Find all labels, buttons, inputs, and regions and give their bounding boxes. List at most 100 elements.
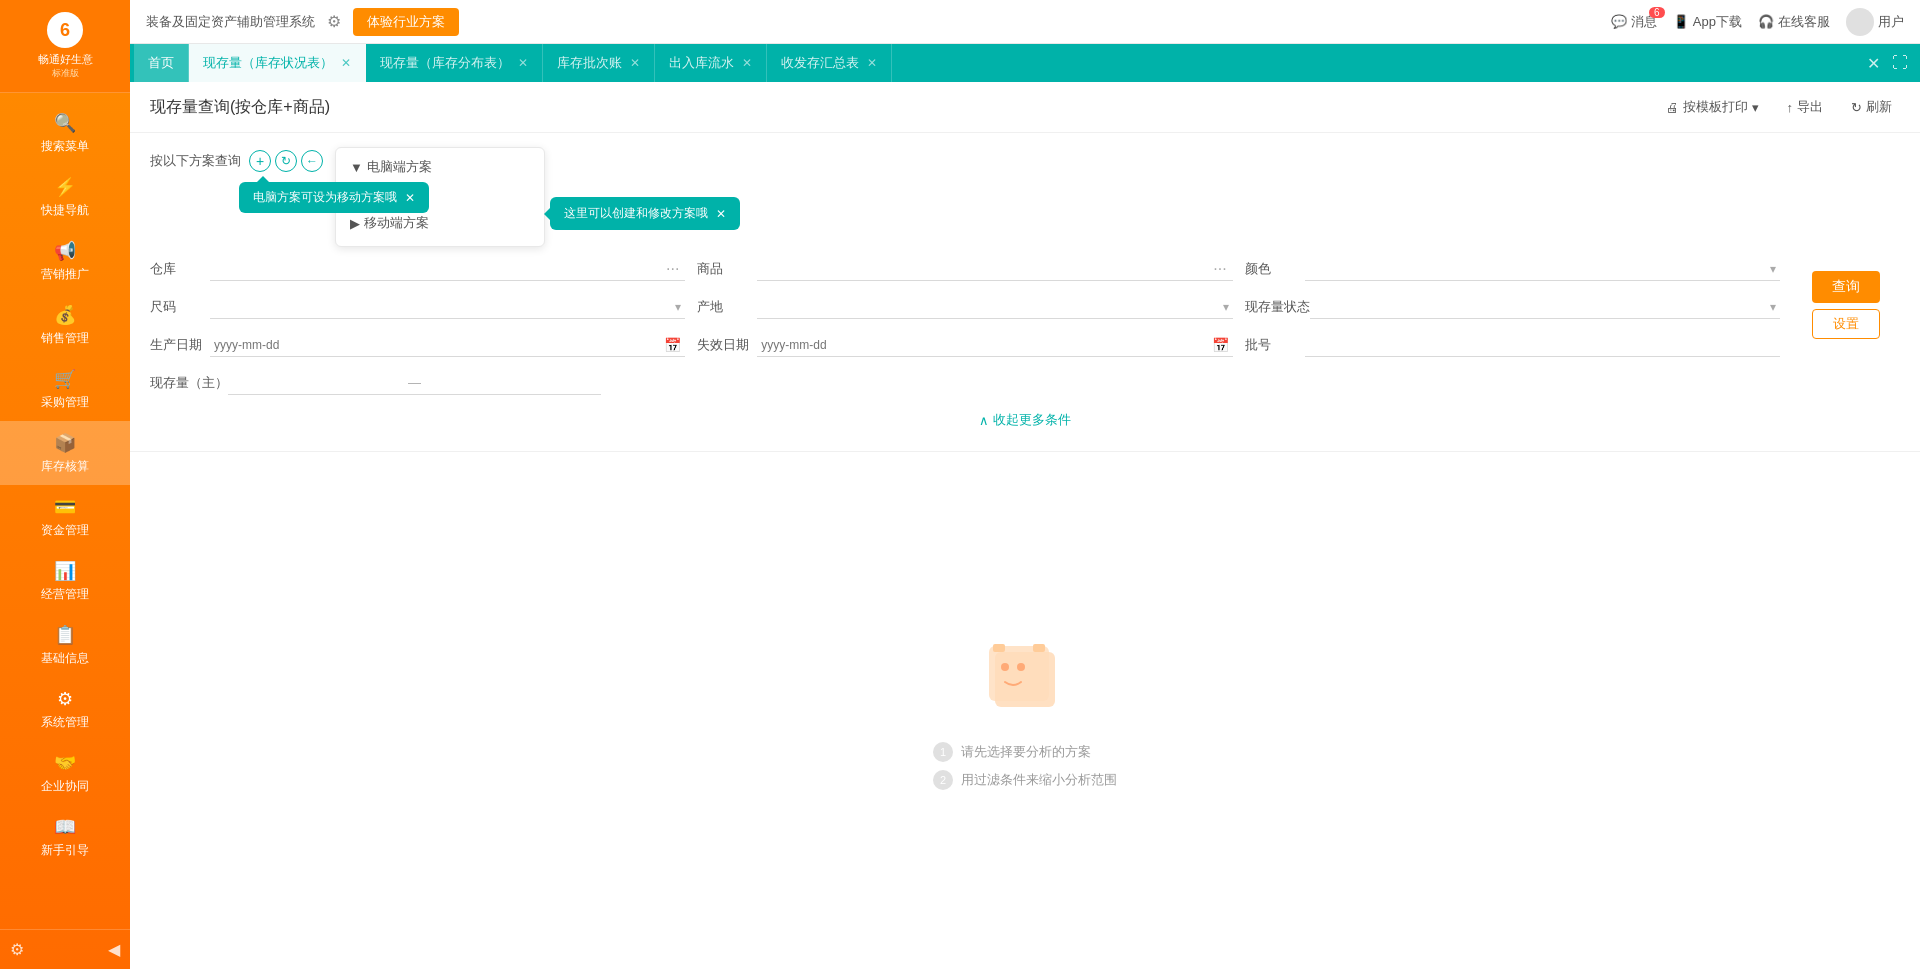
filter-origin-field: 产地 ▾ [697,295,1232,319]
create-tooltip-close[interactable]: ✕ [716,207,726,221]
refresh-button[interactable]: ↻ 刷新 [1843,94,1900,120]
settings-gear-icon[interactable]: ⚙ [327,12,341,31]
stock-main-from[interactable] [228,371,404,394]
sidebar-item-guide[interactable]: 📖 新手引导 [0,805,130,869]
sidebar-item-marketing[interactable]: 📢 营销推广 [0,229,130,293]
tab-batch-account[interactable]: 库存批次账 ✕ [543,44,655,82]
filter-prod-date-field: 生产日期 📅 [150,333,685,357]
origin-dropdown-arrow[interactable]: ▾ [1219,300,1233,314]
add-scheme-button[interactable]: + [249,150,271,172]
tab-close-inventory-status[interactable]: ✕ [341,56,351,70]
filter-action-buttons: 查询 设置 [1812,271,1880,339]
tab-inventory-status[interactable]: 现存量（库存状况表） ✕ [189,44,366,82]
size-dropdown-arrow[interactable]: ▾ [671,300,685,314]
expiry-date-calendar-icon[interactable]: 📅 [1208,337,1233,353]
sidebar-nav: 🔍 搜索菜单 ⚡ 快捷导航 📢 营销推广 💰 销售管理 🛒 采购管理 📦 库存核… [0,93,130,929]
tab-in-out-flow[interactable]: 出入库流水 ✕ [655,44,767,82]
sidebar-bottom: ⚙ ◀ [0,929,130,969]
settings-icon[interactable]: ⚙ [10,940,24,959]
scheme-desktop-title[interactable]: ▼ 电脑端方案 [342,154,538,180]
export-button[interactable]: ↑ 导出 [1779,94,1832,120]
sidebar-item-purchase[interactable]: 🛒 采购管理 [0,357,130,421]
stock-status-input[interactable] [1310,295,1766,318]
sidebar-item-sales[interactable]: 💰 销售管理 [0,293,130,357]
sidebar-item-quick-nav[interactable]: ⚡ 快捷导航 [0,165,130,229]
tab-close-batch-account[interactable]: ✕ [630,56,640,70]
close-tab-icon[interactable]: ✕ [1863,52,1884,75]
stock-status-dropdown-arrow[interactable]: ▾ [1766,300,1780,314]
logo-brand: 畅通好生意 标准版 [38,52,93,80]
sys-mgmt-icon: ⚙ [53,687,77,711]
scheme-mobile-title[interactable]: ▶ 移动端方案 [342,210,538,236]
top-header: 装备及固定资产辅助管理系统 ⚙ 体验行业方案 💬 消息 6 📱 App下载 🎧 … [130,0,1920,44]
size-dropdown: ▾ [210,295,685,319]
batch-no-input[interactable] [1305,333,1780,357]
sidebar-logo: 6 畅通好生意 标准版 [0,0,130,93]
expiry-date-input[interactable] [757,334,1207,356]
goods-dots[interactable]: ··· [1207,260,1232,278]
filter-warehouse-field: 仓库 ··· [150,257,685,281]
filter-size-field: 尺码 ▾ [150,295,685,319]
sidebar-item-operations[interactable]: 📊 经营管理 [0,549,130,613]
goods-input[interactable] [757,257,1207,280]
stock-main-to[interactable] [425,371,601,394]
system-title: 装备及固定资产辅助管理系统 [146,13,315,31]
print-button[interactable]: 🖨 按模板打印 ▾ [1658,94,1767,120]
tab-close-inventory-dist[interactable]: ✕ [518,56,528,70]
origin-input[interactable] [757,295,1218,318]
user-item[interactable]: 用户 [1846,8,1904,36]
prod-date-input[interactable] [210,334,660,356]
scheme-mobile-section: ▶ 移动端方案 [342,210,538,236]
sidebar-item-finance[interactable]: 💳 资金管理 [0,485,130,549]
collapse-row: ∧ 收起更多条件 [150,403,1900,437]
prod-date-container: 📅 [210,334,685,357]
tab-close-in-out-flow[interactable]: ✕ [742,56,752,70]
tab-home[interactable]: 首页 [134,44,189,82]
origin-dropdown: ▾ [757,295,1232,319]
warehouse-dots[interactable]: ··· [660,260,685,278]
sidebar-item-sys-mgmt[interactable]: ⚙ 系统管理 [0,677,130,741]
filter-row-4: 现存量（主） — [150,371,1780,395]
app-icon: 📱 [1673,14,1689,29]
empty-svg [975,632,1075,722]
tab-collect-summary[interactable]: 收发存汇总表 ✕ [767,44,892,82]
filter-color-field: 颜色 ▾ [1245,257,1780,281]
filter-goods-field: 商品 ··· [697,257,1232,281]
refresh-scheme-button[interactable]: ↻ [275,150,297,172]
quick-nav-icon: ⚡ [53,175,77,199]
reset-button[interactable]: 设置 [1812,309,1880,339]
sidebar-item-inventory[interactable]: 📦 库存核算 [0,421,130,485]
print-dropdown-icon: ▾ [1752,100,1759,115]
finance-icon: 💳 [53,495,77,519]
page-header-actions: 🖨 按模板打印 ▾ ↑ 导出 ↻ 刷新 [1658,94,1901,120]
back-scheme-button[interactable]: ← [301,150,323,172]
maximize-icon[interactable]: ⛶ [1888,52,1912,74]
size-input[interactable] [210,295,671,318]
svg-rect-5 [1033,644,1045,652]
empty-tip-1: 1 请先选择要分析的方案 [933,742,1117,762]
notification-item[interactable]: 💬 消息 6 [1611,13,1657,31]
svg-point-2 [1001,663,1009,671]
sidebar-item-enterprise[interactable]: 🤝 企业协同 [0,741,130,805]
collapse-button[interactable]: ∧ 收起更多条件 [979,411,1071,429]
tab-close-collect-summary[interactable]: ✕ [867,56,877,70]
online-support-item[interactable]: 🎧 在线客服 [1758,13,1830,31]
scheme-tooltip-close[interactable]: ✕ [405,191,415,205]
empty-tip-2: 2 用过滤条件来缩小分析范围 [933,770,1117,790]
sidebar-item-search-menu[interactable]: 🔍 搜索菜单 [0,101,130,165]
experience-button[interactable]: 体验行业方案 [353,8,459,36]
collapse-sidebar-icon[interactable]: ◀ [108,940,120,959]
guide-icon: 📖 [53,815,77,839]
color-input[interactable] [1305,257,1766,280]
search-button[interactable]: 查询 [1812,271,1880,303]
tab-inventory-dist[interactable]: 现存量（库存分布表） ✕ [366,44,543,82]
prod-date-calendar-icon[interactable]: 📅 [660,337,685,353]
sidebar-item-basic-info[interactable]: 📋 基础信息 [0,613,130,677]
color-dropdown: ▾ [1305,257,1780,281]
empty-state: 1 请先选择要分析的方案 2 用过滤条件来缩小分析范围 [130,452,1920,969]
support-icon: 🎧 [1758,14,1774,29]
color-dropdown-arrow[interactable]: ▾ [1766,262,1780,276]
warehouse-input[interactable] [210,257,660,280]
app-download-item[interactable]: 📱 App下载 [1673,13,1742,31]
warehouse-input-container: ··· [210,257,685,281]
